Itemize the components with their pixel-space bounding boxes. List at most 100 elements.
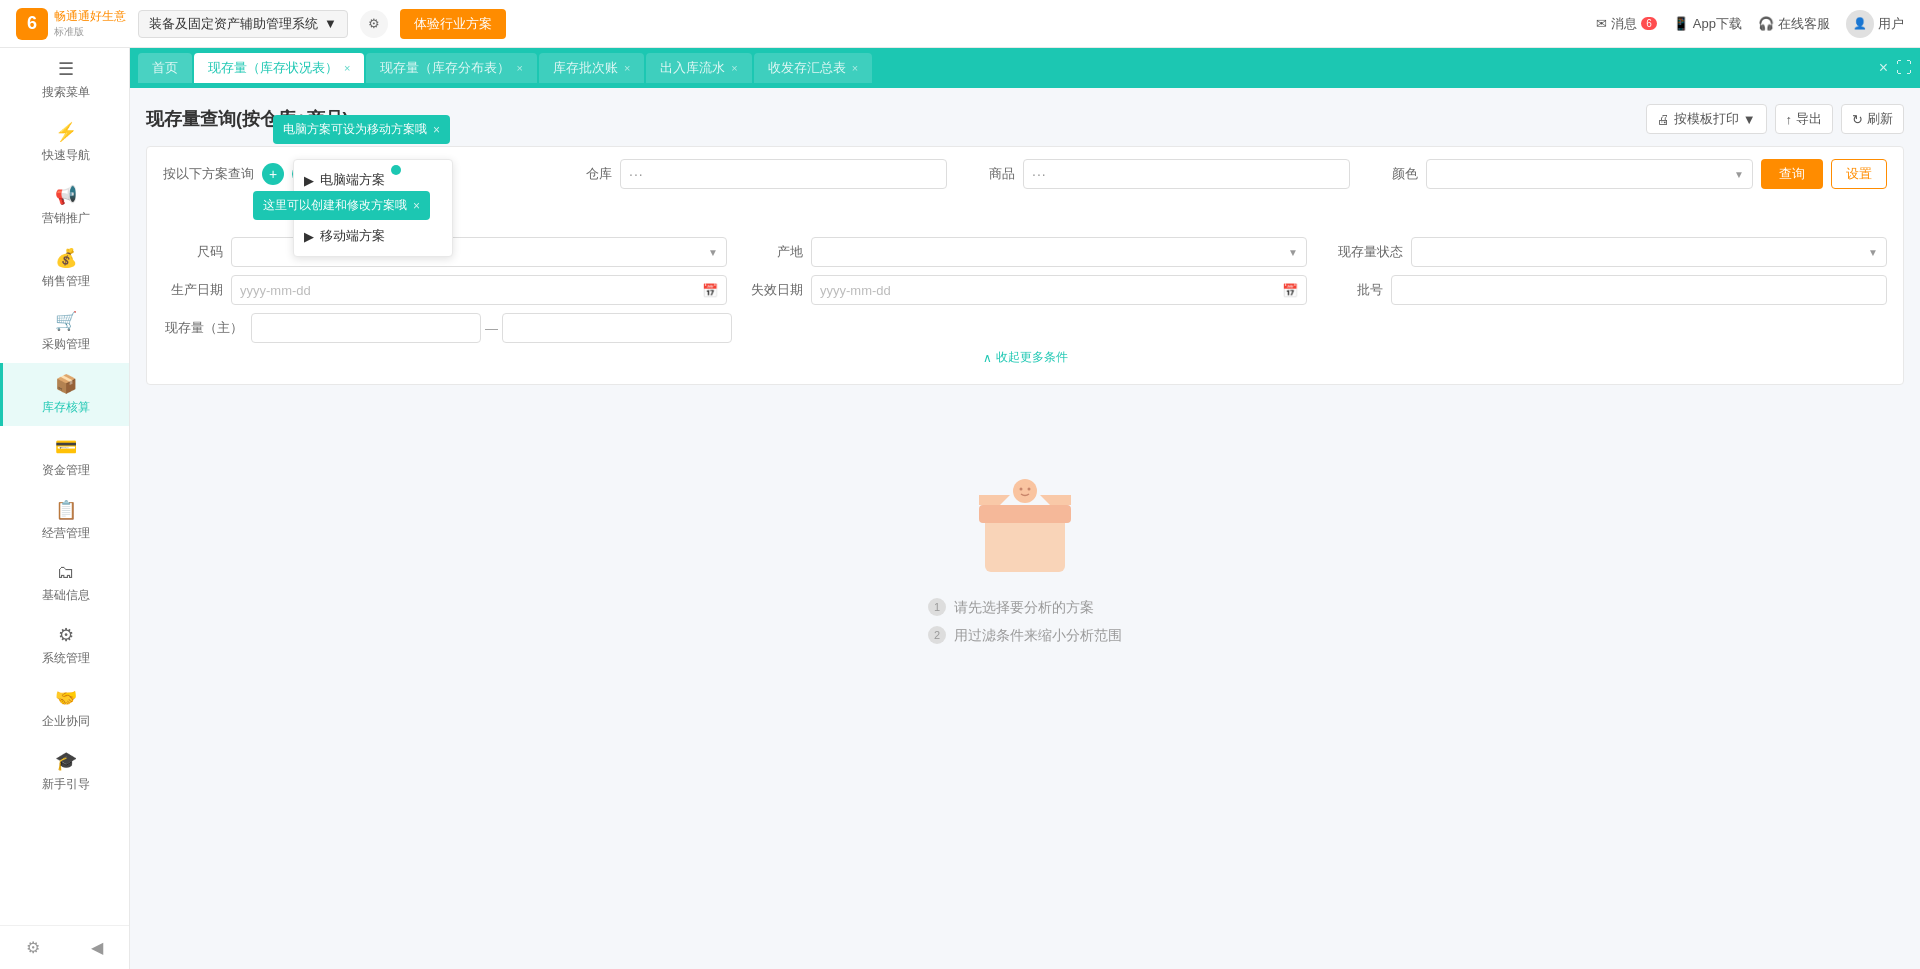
tab-inventory-status[interactable]: 现存量（库存状况表） × [194, 53, 364, 83]
sidebar-item-quick-nav[interactable]: ⚡ 快速导航 [0, 111, 129, 174]
sidebar-label-purchase: 采购管理 [42, 336, 90, 353]
sidebar-item-enterprise[interactable]: 🤝 企业协同 [0, 677, 129, 740]
warehouse-label: 仓库 [552, 165, 612, 183]
sidebar-item-operations[interactable]: 📋 经营管理 [0, 489, 129, 552]
enterprise-icon: 🤝 [55, 687, 77, 709]
filter-label: 按以下方案查询 [163, 165, 254, 183]
batch-no-input[interactable] [1391, 275, 1887, 305]
industry-button[interactable]: 体验行业方案 [400, 9, 506, 39]
refresh-button[interactable]: ↻ 刷新 [1841, 104, 1904, 134]
sidebar-item-marketing[interactable]: 📢 营销推广 [0, 174, 129, 237]
origin-dropdown-icon: ▼ [1288, 247, 1298, 258]
mobile-scheme-label: 移动端方案 [320, 227, 385, 245]
online-support-button[interactable]: 🎧 在线客服 [1758, 15, 1830, 33]
tab-recv-summary-close[interactable]: × [852, 62, 858, 74]
tab-home[interactable]: 首页 [138, 53, 192, 83]
stock-status-input[interactable]: ▼ [1411, 237, 1887, 267]
filter-row-3: 生产日期 yyyy-mm-dd 📅 失效日期 yyyy-mm-dd 📅 [163, 275, 1887, 305]
stock-qty-to[interactable] [502, 313, 732, 343]
inventory-icon: 📦 [55, 373, 77, 395]
tab-inventory-status-close[interactable]: × [344, 62, 350, 74]
sidebar-item-purchase[interactable]: 🛒 采购管理 [0, 300, 129, 363]
empty-step-2: 2 用过滤条件来缩小分析范围 [928, 621, 1122, 649]
marketing-icon: 📢 [55, 184, 77, 206]
system-selector[interactable]: 装备及固定资产辅助管理系统 ▼ [138, 10, 348, 38]
message-label: 消息 [1611, 15, 1637, 33]
guide-icon: 🎓 [55, 750, 77, 772]
tab-batch-ledger[interactable]: 库存批次账 × [539, 53, 644, 83]
print-button[interactable]: 🖨 按模板打印 ▼ [1646, 104, 1767, 134]
color-field: 颜色 ▼ [1358, 159, 1753, 189]
range-separator: — [485, 321, 498, 336]
color-input[interactable]: ▼ [1426, 159, 1753, 189]
sales-icon: 💰 [55, 247, 77, 269]
connector-dot [391, 165, 401, 175]
settings-button[interactable]: ⚙ [360, 10, 388, 38]
sidebar-item-sales[interactable]: 💰 销售管理 [0, 237, 129, 300]
tab-inventory-dist-label: 现存量（库存分布表） [380, 59, 510, 77]
collapse-filter-button[interactable]: ∧ 收起更多条件 [163, 343, 1887, 372]
reset-button[interactable]: 设置 [1831, 159, 1887, 189]
product-placeholder: ··· [1032, 166, 1047, 182]
arrow-right-icon: ▶ [304, 173, 314, 188]
arrow-right-icon-2: ▶ [304, 229, 314, 244]
tab-recv-summary[interactable]: 收发存汇总表 × [754, 53, 872, 83]
app-download-label: App下载 [1693, 15, 1742, 33]
scheme-tree-item-pc[interactable]: ▶ 电脑端方案 [294, 166, 452, 194]
chevron-down-icon: ▼ [1743, 112, 1756, 127]
sidebar-nav: ☰ 搜索菜单 ⚡ 快速导航 📢 营销推广 💰 销售管理 🛒 采购管理 [0, 48, 129, 925]
svg-rect-0 [985, 517, 1065, 572]
tab-inventory-dist-close[interactable]: × [516, 62, 522, 74]
sidebar-collapse-btn[interactable]: ◀ [83, 934, 111, 961]
export-label: 导出 [1796, 110, 1822, 128]
tab-in-out-flow-close[interactable]: × [731, 62, 737, 74]
tab-close-all-btn[interactable]: × [1879, 59, 1888, 77]
production-date-input[interactable]: yyyy-mm-dd 📅 [231, 275, 727, 305]
scheme-tooltip-bubble: 电脑方案可设为移动方案哦 × [273, 115, 450, 144]
sidebar-label-sales: 销售管理 [42, 273, 90, 290]
user-area[interactable]: 👤 用户 [1846, 10, 1904, 38]
message-badge: 6 [1641, 17, 1657, 30]
tooltip-close-1[interactable]: × [433, 123, 440, 137]
tooltip-close-2[interactable]: × [413, 199, 420, 213]
app-download-button[interactable]: 📱 App下载 [1673, 15, 1742, 33]
expiry-date-input[interactable]: yyyy-mm-dd 📅 [811, 275, 1307, 305]
tab-fullscreen-btn[interactable]: ⛶ [1896, 59, 1912, 77]
tab-batch-ledger-close[interactable]: × [624, 62, 630, 74]
origin-input[interactable]: ▼ [811, 237, 1307, 267]
basic-info-icon: 🗂 [57, 562, 75, 583]
sidebar-item-guide[interactable]: 🎓 新手引导 [0, 740, 129, 803]
batch-no-field: 批号 [1323, 275, 1887, 305]
sidebar-settings-btn[interactable]: ⚙ [18, 934, 48, 961]
scheme-tree-item-mobile[interactable]: ▶ 移动端方案 [294, 222, 452, 250]
empty-text: 1 请先选择要分析的方案 2 用过滤条件来缩小分析范围 [928, 593, 1122, 649]
sidebar-bottom: ⚙ ◀ [0, 925, 129, 969]
tab-in-out-flow[interactable]: 出入库流水 × [646, 53, 751, 83]
filter-top-row: 按以下方案查询 + ↻ ← 电脑方案可设为移动方案哦 × [163, 159, 1887, 189]
origin-field: 产地 ▼ [743, 237, 1307, 267]
search-button[interactable]: 查询 [1761, 159, 1823, 189]
purchase-icon: 🛒 [55, 310, 77, 332]
sidebar-item-system[interactable]: ⚙ 系统管理 [0, 614, 129, 677]
sidebar-item-inventory[interactable]: 📦 库存核算 [0, 363, 129, 426]
sidebar-item-search-menu[interactable]: ☰ 搜索菜单 [0, 48, 129, 111]
step-num-2: 2 [928, 626, 946, 644]
filter-add-button[interactable]: + [262, 163, 284, 185]
sidebar-item-finance[interactable]: 💳 资金管理 [0, 426, 129, 489]
stock-qty-label: 现存量（主） [163, 319, 243, 337]
search-menu-icon: ☰ [58, 58, 74, 80]
message-button[interactable]: ✉ 消息 6 [1596, 15, 1657, 33]
step-num-1: 1 [928, 598, 946, 616]
warehouse-field: 仓库 ··· [552, 159, 947, 189]
stock-qty-from[interactable] [251, 313, 481, 343]
export-button[interactable]: ↑ 导出 [1775, 104, 1834, 134]
top-bar: 6 畅通通好生意 标准版 装备及固定资产辅助管理系统 ▼ ⚙ 体验行业方案 ✉ … [0, 0, 1920, 48]
empty-illustration [965, 477, 1085, 577]
filter-section: 按以下方案查询 + ↻ ← 电脑方案可设为移动方案哦 × [146, 146, 1904, 385]
product-input[interactable]: ··· [1023, 159, 1350, 189]
tab-inventory-dist[interactable]: 现存量（库存分布表） × [366, 53, 536, 83]
svg-point-3 [1020, 488, 1023, 491]
warehouse-input[interactable]: ··· [620, 159, 947, 189]
content-area: 首页 现存量（库存状况表） × 现存量（库存分布表） × 库存批次账 × 出入库… [130, 48, 1920, 969]
sidebar-item-basic-info[interactable]: 🗂 基础信息 [0, 552, 129, 614]
